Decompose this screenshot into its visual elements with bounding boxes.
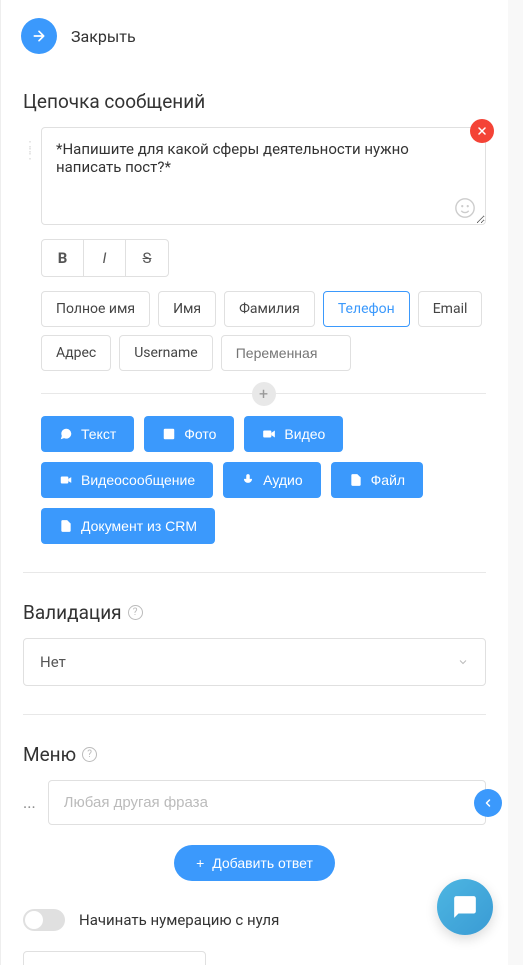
help-icon[interactable]: ? [82, 747, 97, 762]
file-icon [349, 473, 363, 487]
divider [23, 714, 486, 715]
menu-phrase-input[interactable] [48, 780, 486, 825]
chat-icon [59, 427, 73, 441]
variable-chips: Полное имя Имя Фамилия Телефон Email Адр… [41, 291, 486, 371]
collapse-button[interactable] [474, 789, 502, 817]
divider [23, 572, 486, 573]
validation-select[interactable]: Нет [23, 638, 486, 686]
photo-button[interactable]: Фото [144, 416, 234, 452]
numbering-label: Начинать нумерацию с нуля [79, 911, 279, 929]
videomsg-button[interactable]: Видеосообщение [41, 462, 213, 498]
chip-surname[interactable]: Фамилия [224, 291, 315, 327]
smile-icon [454, 197, 476, 219]
chain-title: Цепочка сообщений [23, 90, 486, 113]
document-icon [59, 519, 73, 533]
validation-title: Валидация ? [23, 601, 486, 624]
close-button[interactable] [21, 18, 57, 54]
chip-email[interactable]: Email [418, 291, 483, 327]
drag-handle[interactable]: ⋮⋮⋮⋮ [23, 127, 31, 544]
mic-icon [241, 473, 255, 487]
add-answer-button[interactable]: + Добавить ответ [174, 845, 335, 881]
italic-button[interactable]: I [84, 240, 126, 276]
message-textarea[interactable] [41, 127, 486, 225]
video-icon [262, 427, 276, 441]
strike-button[interactable]: S [126, 240, 168, 276]
content-type-buttons: Текст Фото Видео Видеосообщение [41, 416, 486, 544]
divider: + [41, 393, 486, 394]
plus-icon: + [196, 855, 204, 871]
chip-variable-input[interactable] [221, 335, 351, 371]
audio-button[interactable]: Аудио [223, 462, 321, 498]
menu-options-icon[interactable]: ... [23, 793, 36, 812]
numbering-toggle[interactable] [23, 909, 65, 931]
close-icon [476, 125, 488, 137]
chip-fullname[interactable]: Полное имя [41, 291, 150, 327]
chip-address[interactable]: Адрес [41, 335, 111, 371]
add-block-button[interactable]: + [252, 382, 276, 406]
chevron-down-icon [457, 656, 469, 668]
image-icon [162, 427, 176, 441]
arrow-right-icon [31, 28, 47, 44]
chat-bubble-icon [452, 894, 478, 920]
menu-title: Меню ? [23, 743, 486, 766]
chat-fab[interactable] [437, 879, 493, 935]
close-label[interactable]: Закрыть [71, 27, 136, 46]
bold-button[interactable]: B [42, 240, 84, 276]
chip-username[interactable]: Username [119, 335, 213, 371]
video-button[interactable]: Видео [244, 416, 343, 452]
chip-phone[interactable]: Телефон [323, 291, 410, 327]
delete-message-button[interactable] [470, 119, 494, 143]
chip-name[interactable]: Имя [158, 291, 216, 327]
crm-button[interactable]: Документ из CRM [41, 508, 215, 544]
help-icon[interactable]: ? [128, 605, 143, 620]
file-button[interactable]: Файл [331, 462, 423, 498]
videomsg-icon [59, 473, 73, 487]
chevron-left-icon [482, 797, 494, 809]
emoji-button[interactable] [454, 197, 476, 219]
format-bar: B I S [41, 239, 169, 277]
keyboard-settings-button[interactable]: Настройка клавиатуры [23, 951, 206, 965]
text-button[interactable]: Текст [41, 416, 134, 452]
